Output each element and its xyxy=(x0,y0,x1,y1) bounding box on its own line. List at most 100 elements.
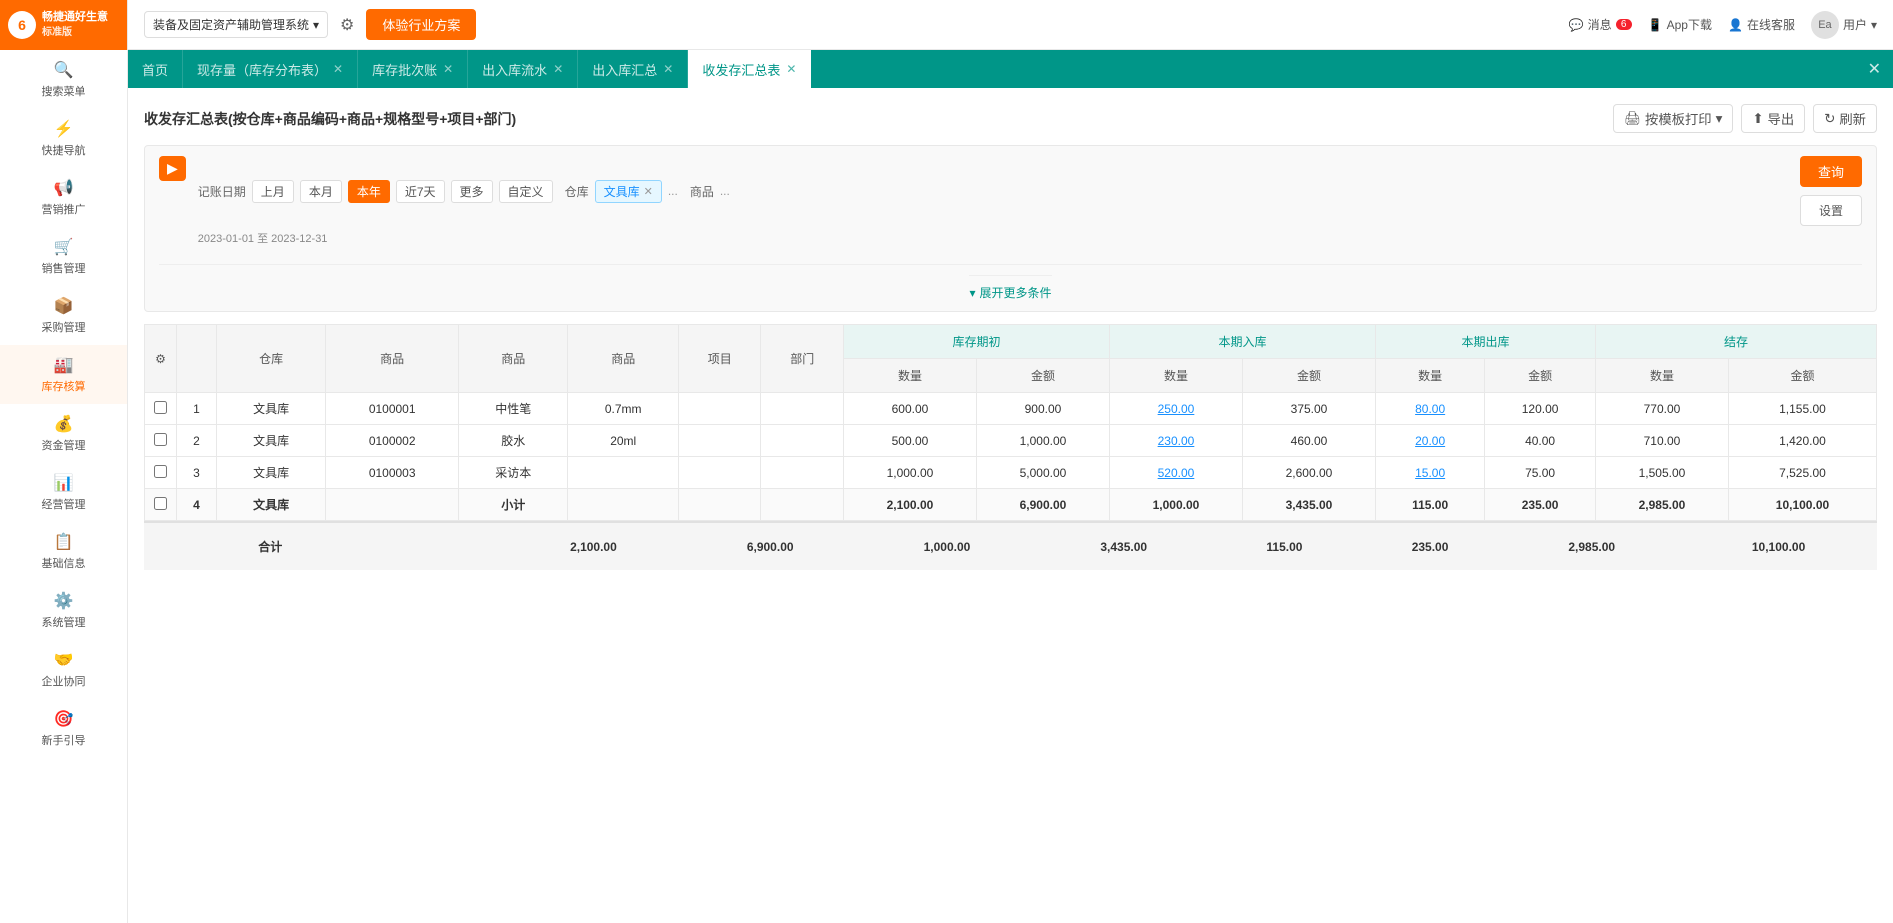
table-settings-col[interactable]: ⚙ xyxy=(145,325,177,393)
sidebar-item-label: 经营管理 xyxy=(42,496,86,512)
table-in-qty-col: 数量 xyxy=(1109,359,1242,393)
sidebar-item-system[interactable]: ⚙️ 系统管理 xyxy=(0,581,127,640)
logo-icon: 6 xyxy=(8,11,36,39)
data-table: ⚙ 仓库 商品 商品 商品 项目 部门 库存期初 本期入库 本期出库 结存 xyxy=(144,324,1877,521)
sidebar-item-quicknav[interactable]: ⚡ 快捷导航 xyxy=(0,109,127,168)
page-content: 收发存汇总表(按仓库+商品编码+商品+规格型号+项目+部门) 🖨 按模板打印 ▾… xyxy=(128,88,1893,923)
tab-home[interactable]: 首页 xyxy=(128,50,183,88)
settings-icon[interactable]: ⚙ xyxy=(340,15,354,35)
link-num[interactable]: 520.00 xyxy=(1158,466,1195,480)
table-balance-amt-col: 金额 xyxy=(1728,359,1876,393)
sidebar-item-collab[interactable]: 🤝 企业协同 xyxy=(0,640,127,699)
topbar-right: 💬 消息 6 📱 App下载 👤 在线客服 Ea 用户 ▾ xyxy=(1569,11,1877,39)
total-balance-qty: 2,985.00 xyxy=(1503,531,1680,562)
query-area: 查询 设置 xyxy=(1800,156,1862,226)
chevron-down-icon: ▾ xyxy=(1871,18,1877,32)
table-opening-group: 库存期初 xyxy=(843,325,1109,359)
date-btn-this-month[interactable]: 本月 xyxy=(300,180,342,203)
goods-label: 商品 xyxy=(690,183,714,200)
tab-close-icon[interactable]: ✕ xyxy=(443,62,453,76)
sidebar-item-label: 系统管理 xyxy=(42,614,86,630)
sidebar-item-label: 快捷导航 xyxy=(42,142,86,158)
tab-inout-summary[interactable]: 出入库汇总 ✕ xyxy=(578,50,688,88)
table-in-amt-col: 金额 xyxy=(1242,359,1375,393)
date-btn-last-month[interactable]: 上月 xyxy=(252,180,294,203)
online-service-button[interactable]: 👤 在线客服 xyxy=(1728,16,1795,33)
sidebar-item-basic[interactable]: 📋 基础信息 xyxy=(0,522,127,581)
table-goodsspec-col: 商品 xyxy=(568,325,679,393)
date-btn-custom[interactable]: 自定义 xyxy=(499,180,553,203)
query-button[interactable]: 查询 xyxy=(1800,156,1862,187)
search-icon: 🔍 xyxy=(54,60,74,80)
close-all-tabs-button[interactable]: ✕ xyxy=(1856,59,1893,79)
table-in-group: 本期入库 xyxy=(1109,325,1375,359)
warehouse-filter-group: 仓库 文具库 ✕ ... xyxy=(565,180,678,203)
filter-toggle-button[interactable]: ▶ xyxy=(159,156,186,181)
warehouse-more[interactable]: ... xyxy=(668,184,678,198)
tab-close-icon[interactable]: ✕ xyxy=(553,62,563,76)
avatar: Ea xyxy=(1811,11,1839,39)
sidebar-item-label: 新手引导 xyxy=(42,732,86,748)
sidebar-item-marketing[interactable]: 📢 营销推广 xyxy=(0,168,127,227)
basic-icon: 📋 xyxy=(54,532,74,552)
printer-icon: 🖨 xyxy=(1624,111,1641,127)
sidebar-item-inventory[interactable]: 🏭 库存核算 xyxy=(0,345,127,404)
sidebar-item-operation[interactable]: 📊 经营管理 xyxy=(0,463,127,522)
tab-batch[interactable]: 库存批次账 ✕ xyxy=(358,50,468,88)
goods-filter-group: 商品 ... xyxy=(690,183,730,200)
tab-inout-flow[interactable]: 出入库流水 ✕ xyxy=(468,50,578,88)
sidebar-item-label: 采购管理 xyxy=(42,319,86,335)
date-btn-more[interactable]: 更多 xyxy=(451,180,493,203)
sidebar-item-label: 基础信息 xyxy=(42,555,86,571)
tab-receive-summary[interactable]: 收发存汇总表 ✕ xyxy=(688,50,811,88)
chevron-down-icon: ▾ xyxy=(1716,111,1723,127)
tab-close-icon[interactable]: ✕ xyxy=(786,62,796,76)
link-num[interactable]: 15.00 xyxy=(1415,466,1445,480)
quicknav-icon: ⚡ xyxy=(54,119,74,139)
link-num[interactable]: 250.00 xyxy=(1158,402,1195,416)
print-button[interactable]: 🖨 按模板打印 ▾ xyxy=(1613,104,1733,133)
table-balance-qty-col: 数量 xyxy=(1595,359,1728,393)
total-opening-amt: 6,900.00 xyxy=(682,531,859,562)
goods-more[interactable]: ... xyxy=(720,184,730,198)
table-opening-amt-col: 金额 xyxy=(976,359,1109,393)
service-icon: 👤 xyxy=(1728,18,1743,32)
app-download-button[interactable]: 📱 App下载 xyxy=(1648,16,1712,33)
sidebar-item-purchase[interactable]: 📦 采购管理 xyxy=(0,286,127,345)
set-button[interactable]: 设置 xyxy=(1800,195,1862,226)
link-num[interactable]: 20.00 xyxy=(1415,434,1445,448)
system-selector[interactable]: 装备及固定资产辅助管理系统 ▾ xyxy=(144,11,328,38)
link-num[interactable]: 230.00 xyxy=(1158,434,1195,448)
tab-close-icon[interactable]: ✕ xyxy=(333,62,343,76)
trial-button[interactable]: 体验行业方案 xyxy=(366,9,476,40)
link-num[interactable]: 80.00 xyxy=(1415,402,1445,416)
user-button[interactable]: Ea 用户 ▾ xyxy=(1811,11,1877,39)
table-row: 3文具库0100003采访本1,000.005,000.00520.002,60… xyxy=(145,457,1877,489)
expand-filter-button[interactable]: ▾ 展开更多条件 xyxy=(969,275,1051,301)
topbar: 装备及固定资产辅助管理系统 ▾ ⚙ 体验行业方案 💬 消息 6 📱 App下载 … xyxy=(128,0,1893,50)
sidebar-item-sales[interactable]: 🛒 销售管理 xyxy=(0,227,127,286)
table-row: 4文具库小计2,100.006,900.001,000.003,435.0011… xyxy=(145,489,1877,521)
refresh-button[interactable]: ↻ 刷新 xyxy=(1813,104,1877,133)
sidebar-item-guide[interactable]: 🎯 新手引导 xyxy=(0,699,127,758)
table-wrapper: ⚙ 仓库 商品 商品 商品 项目 部门 库存期初 本期入库 本期出库 结存 xyxy=(144,324,1877,521)
sidebar-item-search[interactable]: 🔍 搜索菜单 xyxy=(0,50,127,109)
export-button[interactable]: ⬆ 导出 xyxy=(1741,104,1805,133)
total-out-amt: 235.00 xyxy=(1357,531,1504,562)
message-button[interactable]: 💬 消息 6 xyxy=(1569,16,1632,33)
sidebar-item-finance[interactable]: 💰 资金管理 xyxy=(0,404,127,463)
table-row: 2文具库0100002胶水20ml500.001,000.00230.00460… xyxy=(145,425,1877,457)
tab-inventory-dist[interactable]: 现存量（库存分布表） ✕ xyxy=(183,50,358,88)
table-warehouse-col: 仓库 xyxy=(217,325,326,393)
guide-icon: 🎯 xyxy=(54,709,74,729)
table-out-amt-col: 金额 xyxy=(1485,359,1596,393)
date-btn-this-year[interactable]: 本年 xyxy=(348,180,390,203)
date-btn-7days[interactable]: 近7天 xyxy=(396,180,445,203)
warehouse-tag-close[interactable]: ✕ xyxy=(644,185,653,198)
total-out-qty: 115.00 xyxy=(1212,531,1357,562)
total-in-amt: 3,435.00 xyxy=(1035,531,1212,562)
table-out-group: 本期出库 xyxy=(1376,325,1596,359)
sales-icon: 🛒 xyxy=(54,237,74,257)
tab-close-icon[interactable]: ✕ xyxy=(663,62,673,76)
table-goodscode-col: 商品 xyxy=(326,325,459,393)
